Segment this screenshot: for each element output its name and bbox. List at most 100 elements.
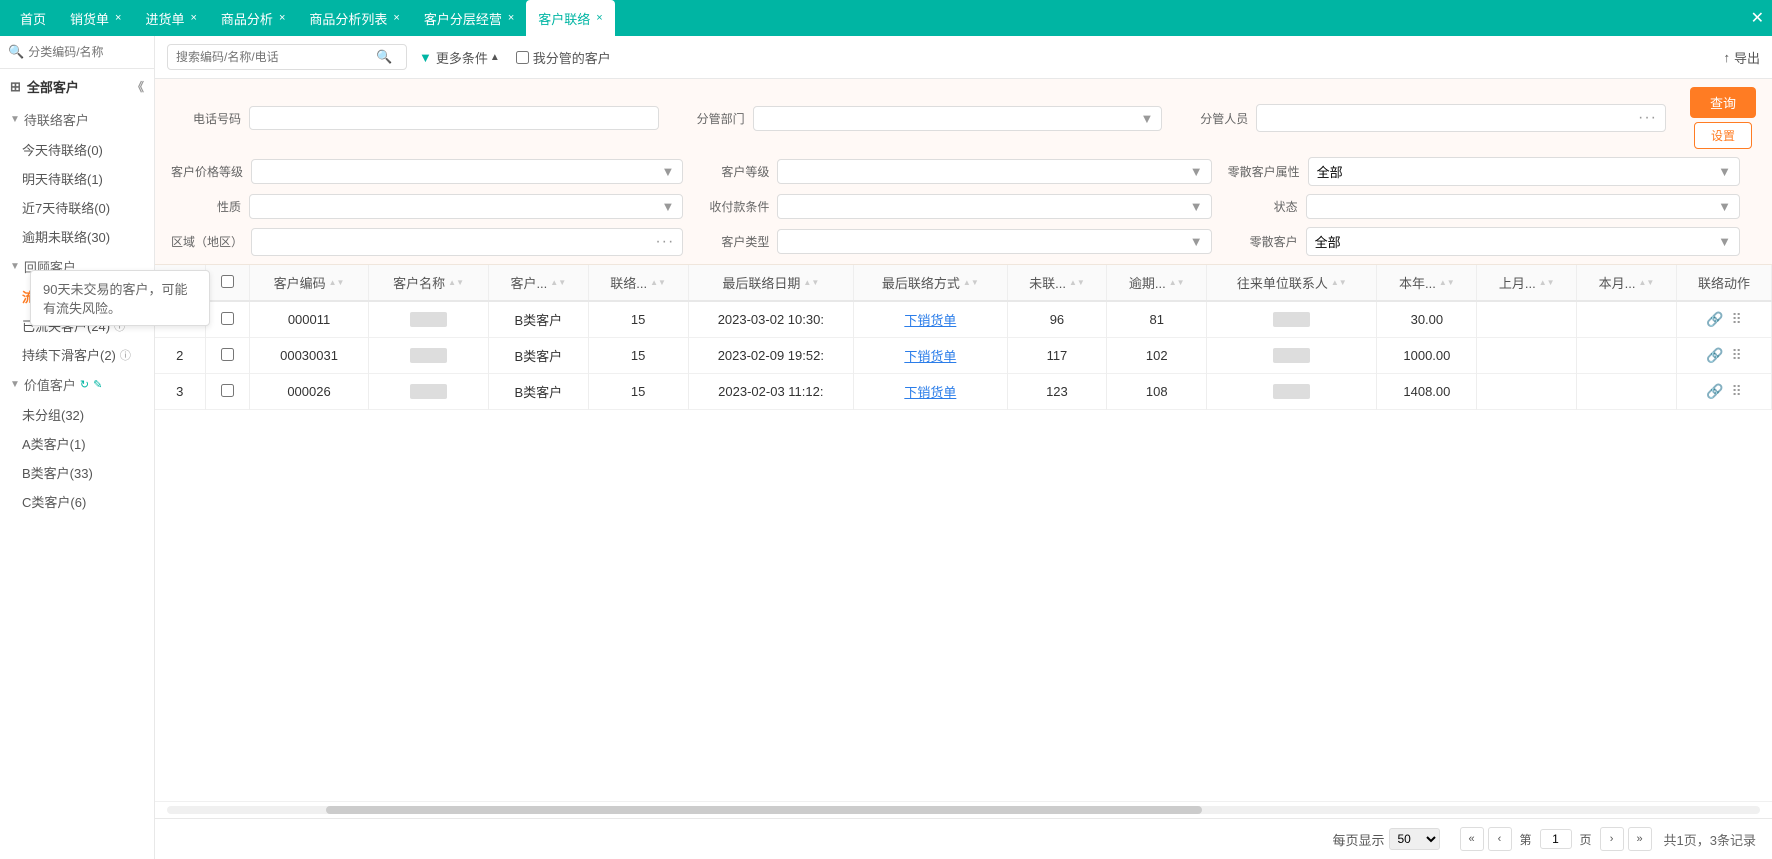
sidebar-item-declining[interactable]: 持续下滑客户(2) ⓘ — [0, 340, 154, 369]
close-all-button[interactable]: ✕ — [1751, 8, 1764, 28]
sidebar-item-class-c[interactable]: C类客户(6) — [0, 487, 154, 516]
col-overdue[interactable]: 逾期... ▲▼ — [1107, 265, 1207, 301]
more-action-icon[interactable]: ⠿ — [1732, 383, 1742, 400]
sidebar-item-7days[interactable]: 近7天待联络(0) — [0, 193, 154, 222]
sidebar-item-today[interactable]: 今天待联络(0) — [0, 135, 154, 164]
filter-customer-level-select[interactable]: ▼ — [777, 159, 1211, 184]
row-last-contact-method[interactable]: 下销货单 — [854, 301, 1007, 338]
sidebar-group-pending[interactable]: ▼ 待联络客户 — [0, 104, 154, 135]
col-name[interactable]: 客户名称 ▲▼ — [369, 265, 489, 301]
my-customers-input[interactable] — [516, 51, 529, 64]
sidebar-search-box: 🔍 — [0, 36, 154, 69]
filter-price-level-select[interactable]: ▼ — [251, 159, 683, 184]
row-checkbox-cell[interactable] — [205, 338, 249, 374]
row-last-contact-method[interactable]: 下销货单 — [854, 374, 1007, 410]
filter-status-select[interactable]: ▼ — [1306, 194, 1740, 219]
filter-dept-select[interactable]: ▼ — [753, 106, 1163, 131]
col-this-year[interactable]: 本年... ▲▼ — [1377, 265, 1477, 301]
toolbar-search-button[interactable]: 🔍 — [376, 49, 392, 65]
sidebar-search-input[interactable] — [28, 45, 155, 59]
sidebar-all-customers[interactable]: ⊞ 全部客户 《 — [0, 69, 154, 104]
page-input[interactable] — [1540, 829, 1572, 849]
refresh-icon[interactable]: ↻ — [80, 378, 89, 391]
filter-nature-select[interactable]: ▼ — [249, 194, 683, 219]
tab-analysis-list[interactable]: 商品分析列表 × — [297, 0, 411, 36]
col-code[interactable]: 客户编码 ▲▼ — [249, 265, 369, 301]
filter-region: 区域（地区） ··· — [171, 228, 683, 256]
filter-dept: 分管部门 ▼ — [675, 106, 1163, 131]
row-checkbox-cell[interactable] — [205, 301, 249, 338]
tab-sales[interactable]: 销货单 × — [58, 0, 133, 36]
settings-button[interactable]: 设置 — [1694, 122, 1752, 149]
row-name — [369, 301, 489, 338]
col-contact[interactable]: 联络... ▲▼ — [588, 265, 688, 301]
sidebar-item-tomorrow[interactable]: 明天待联络(1) — [0, 164, 154, 193]
select-all-checkbox[interactable] — [221, 275, 234, 288]
row-code: 00030031 — [249, 338, 369, 374]
page-first-button[interactable]: « — [1460, 827, 1484, 851]
filter-retail-customer-select[interactable]: 全部 ▼ — [1306, 227, 1740, 256]
col-checkbox[interactable] — [205, 265, 249, 301]
row-checkbox-cell[interactable] — [205, 374, 249, 410]
tab-customer-tier[interactable]: 客户分层经营 × — [412, 0, 526, 36]
row-index: 2 — [155, 338, 205, 374]
close-customer-tier-icon[interactable]: × — [508, 12, 514, 24]
scrollbar-track[interactable] — [167, 806, 1760, 814]
col-unit-contact[interactable]: 往来单位联系人 ▲▼ — [1207, 265, 1377, 301]
filter-manager-select[interactable]: ··· — [1256, 104, 1666, 132]
tab-purchase[interactable]: 进货单 × — [133, 0, 208, 36]
sidebar-item-ungrouped[interactable]: 未分组(32) — [0, 400, 154, 429]
horizontal-scrollbar[interactable] — [155, 801, 1772, 818]
more-action-icon[interactable]: ⠿ — [1732, 311, 1742, 328]
page-size-select[interactable]: 50 20 100 — [1389, 828, 1440, 850]
filter-payment-select[interactable]: ▼ — [777, 194, 1211, 219]
query-button[interactable]: 查询 — [1690, 87, 1756, 118]
close-purchase-icon[interactable]: × — [190, 12, 196, 24]
tab-customer-link[interactable]: 客户联络 × — [526, 0, 614, 36]
row-checkbox[interactable] — [221, 384, 234, 397]
col-last-contact-date[interactable]: 最后联络日期 ▲▼ — [688, 265, 854, 301]
row-code: 000011 — [249, 301, 369, 338]
more-action-icon[interactable]: ⠿ — [1732, 347, 1742, 364]
close-analysis-list-icon[interactable]: × — [393, 12, 399, 24]
col-this-month[interactable]: 本月... ▲▼ — [1577, 265, 1677, 301]
filter-region-select[interactable]: ··· — [251, 228, 683, 256]
page-prev-button[interactable]: ‹ — [1488, 827, 1512, 851]
col-last-month[interactable]: 上月... ▲▼ — [1477, 265, 1577, 301]
export-button[interactable]: ↑ 导出 — [1723, 48, 1760, 67]
close-analysis-icon[interactable]: × — [279, 12, 285, 24]
edit-icon[interactable]: ✎ — [93, 378, 102, 391]
filter-customer-type-select[interactable]: ▼ — [777, 229, 1211, 254]
row-contact: 15 — [588, 338, 688, 374]
sidebar-item-class-a[interactable]: A类客户(1) — [0, 429, 154, 458]
link-action-icon[interactable]: 🔗 — [1706, 383, 1723, 400]
dept-arrow-icon: ▼ — [1140, 111, 1153, 126]
link-action-icon[interactable]: 🔗 — [1706, 347, 1723, 364]
info-icon-declining: ⓘ — [120, 347, 131, 363]
page-last-button[interactable]: » — [1628, 827, 1652, 851]
tab-analysis[interactable]: 商品分析 × — [209, 0, 297, 36]
sidebar-item-class-b[interactable]: B类客户(33) — [0, 458, 154, 487]
collapse-icon[interactable]: 《 — [132, 78, 144, 95]
row-last-contact-date: 2023-02-03 11:12: — [688, 374, 854, 410]
page-next-button[interactable]: › — [1600, 827, 1624, 851]
tab-home[interactable]: 首页 — [8, 9, 58, 28]
row-checkbox[interactable] — [221, 312, 234, 325]
close-customer-link-icon[interactable]: × — [596, 12, 602, 24]
row-last-contact-method[interactable]: 下销货单 — [854, 338, 1007, 374]
toolbar-search-input[interactable] — [176, 50, 376, 64]
row-checkbox[interactable] — [221, 348, 234, 361]
close-sales-icon[interactable]: × — [115, 12, 121, 24]
row-contact: 15 — [588, 374, 688, 410]
filter-phone-input[interactable] — [249, 106, 659, 130]
col-last-contact-method[interactable]: 最后联络方式 ▲▼ — [854, 265, 1007, 301]
my-customers-checkbox[interactable]: 我分管的客户 — [516, 48, 611, 67]
filter-toggle[interactable]: ▼ 更多条件 ▲ — [419, 48, 500, 67]
sidebar-item-overdue[interactable]: 逾期未联络(30) — [0, 222, 154, 251]
link-action-icon[interactable]: 🔗 — [1706, 311, 1723, 328]
sidebar-group-value[interactable]: ▼ 价值客户 ↻ ✎ — [0, 369, 154, 400]
col-type[interactable]: 客户... ▲▼ — [488, 265, 588, 301]
scrollbar-thumb[interactable] — [326, 806, 1202, 814]
filter-retail-attr-select[interactable]: 全部 ▼ — [1308, 157, 1740, 186]
col-uncontacted[interactable]: 未联... ▲▼ — [1007, 265, 1107, 301]
